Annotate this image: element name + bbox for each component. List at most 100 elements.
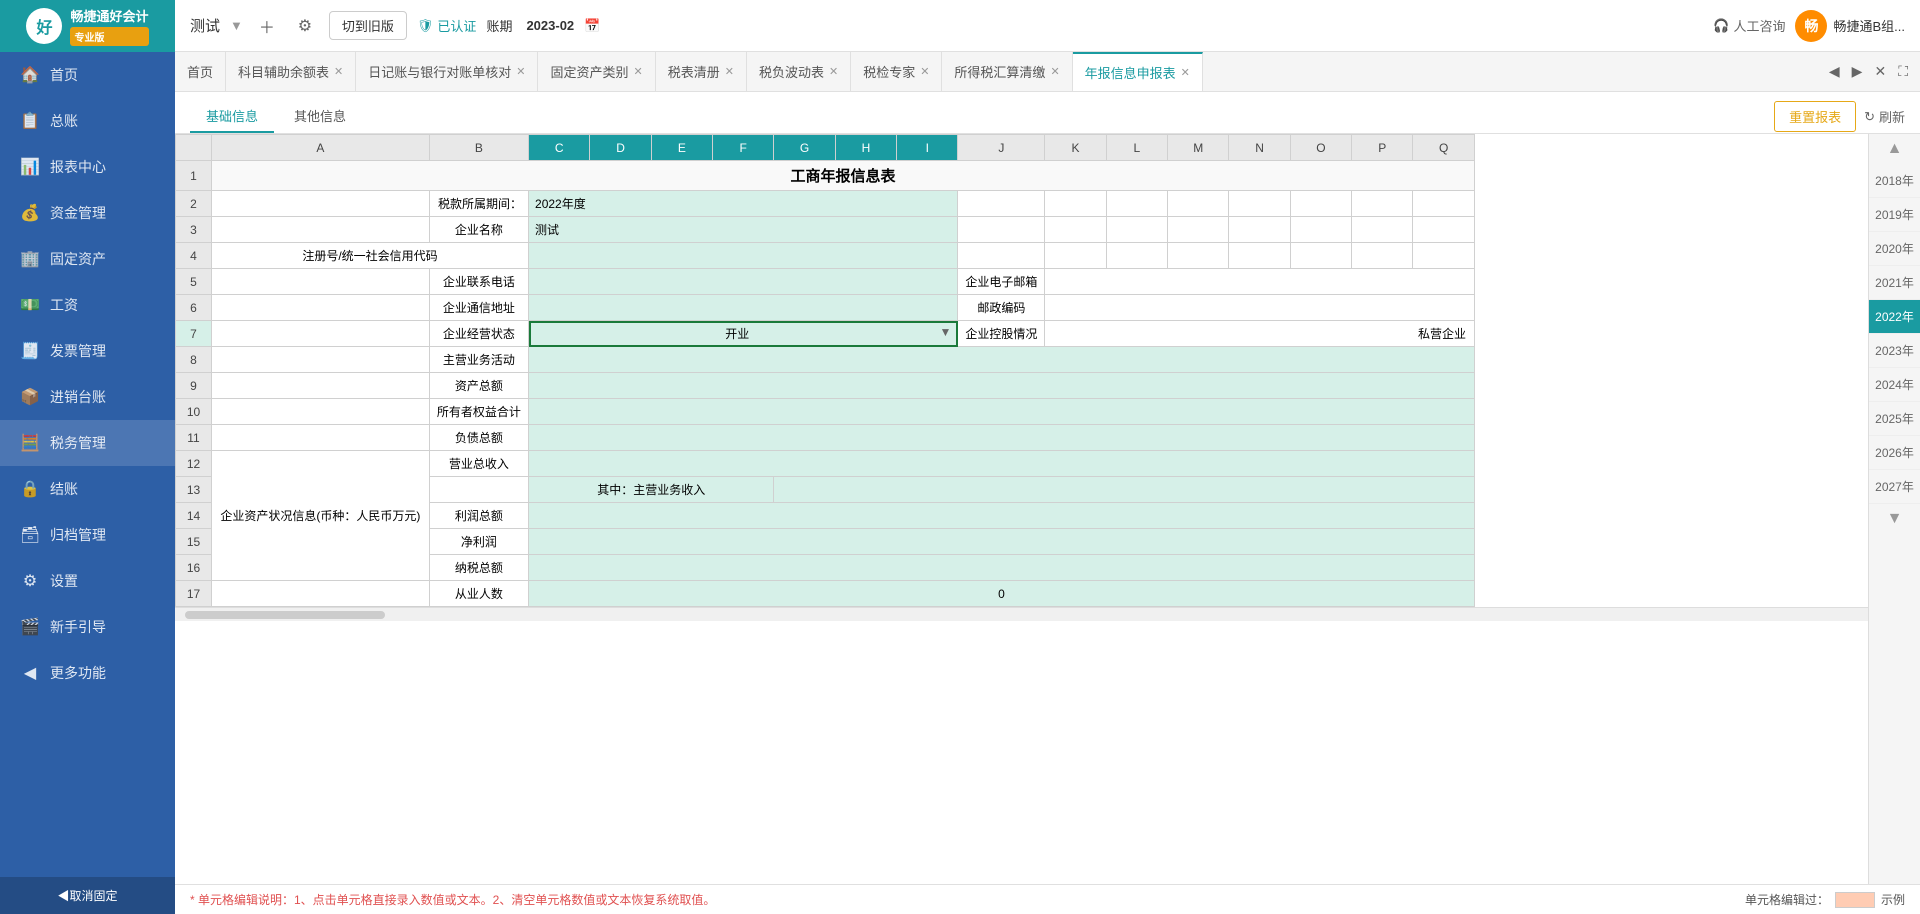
tab-income-tax-close[interactable]: ✕ — [1050, 65, 1059, 78]
cell-2P[interactable] — [1352, 191, 1413, 217]
cell-3O[interactable] — [1290, 217, 1351, 243]
cell-2L[interactable] — [1106, 191, 1167, 217]
year-scroll-up-btn[interactable]: ▲ — [1881, 134, 1909, 164]
tab-aux-close[interactable]: ✕ — [334, 65, 343, 78]
cell-10A[interactable] — [212, 399, 430, 425]
col-header-L[interactable]: L — [1106, 135, 1167, 161]
cell-2K[interactable] — [1045, 191, 1106, 217]
cell-14C[interactable] — [529, 503, 1475, 529]
col-header-K[interactable]: K — [1045, 135, 1106, 161]
tab-journal[interactable]: 日记账与银行对账单核对 ✕ — [356, 52, 538, 92]
topbar-calendar-icon[interactable]: 📅 — [584, 18, 600, 34]
cell-3M[interactable] — [1168, 217, 1229, 243]
cell-4N[interactable] — [1229, 243, 1290, 269]
cell-6A[interactable] — [212, 295, 430, 321]
col-header-I[interactable]: I — [897, 135, 958, 161]
year-btn-2019年[interactable]: 2019年 — [1869, 198, 1920, 232]
cell-5C[interactable] — [529, 269, 958, 295]
cell-9C[interactable] — [529, 373, 1475, 399]
topbar-dropdown-arrow[interactable]: ▼ — [230, 18, 243, 33]
cell-3N[interactable] — [1229, 217, 1290, 243]
col-header-P[interactable]: P — [1352, 135, 1413, 161]
cell-2Q[interactable] — [1413, 191, 1475, 217]
tab-income-tax[interactable]: 所得税汇算清缴 ✕ — [942, 52, 1072, 92]
year-btn-2025年[interactable]: 2025年 — [1869, 402, 1920, 436]
hscroll-bar[interactable] — [175, 607, 1868, 621]
cell-4K[interactable] — [1045, 243, 1106, 269]
sidebar-item-tax[interactable]: 🧮税务管理 — [0, 420, 175, 466]
year-btn-2020年[interactable]: 2020年 — [1869, 232, 1920, 266]
cell-3L[interactable] — [1106, 217, 1167, 243]
tab-home[interactable]: 首页 — [175, 52, 226, 92]
sidebar-item-more[interactable]: ◀更多功能 — [0, 650, 175, 696]
year-btn-2026年[interactable]: 2026年 — [1869, 436, 1920, 470]
cell-7C[interactable]: 开业 ▼ — [529, 321, 958, 347]
year-btn-2018年[interactable]: 2018年 — [1869, 164, 1920, 198]
cell-2J[interactable] — [958, 191, 1045, 217]
cell-7K[interactable]: 私营企业 — [1045, 321, 1475, 347]
cell-4Q[interactable] — [1413, 243, 1475, 269]
sidebar-item-salary[interactable]: 💵工资 — [0, 282, 175, 328]
cell-17A[interactable] — [212, 581, 430, 607]
sidebar-item-archive[interactable]: 🗃归档管理 — [0, 512, 175, 558]
cell-11C[interactable] — [529, 425, 1475, 451]
col-header-J[interactable]: J — [958, 135, 1045, 161]
tab-fixed-cat[interactable]: 固定资产类别 ✕ — [538, 52, 655, 92]
sidebar-item-inventory[interactable]: 📦进销台账 — [0, 374, 175, 420]
reset-btn[interactable]: 重置报表 — [1774, 101, 1856, 132]
cell-11A[interactable] — [212, 425, 430, 451]
cell-2M[interactable] — [1168, 191, 1229, 217]
tab-tax-form[interactable]: 税表清册 ✕ — [656, 52, 747, 92]
tab-prev-btn[interactable]: ◀ — [1825, 59, 1844, 84]
dropdown-arrow-icon[interactable]: ▼ — [940, 325, 952, 339]
cell-13G[interactable] — [774, 477, 1475, 503]
tab-expand-btn[interactable]: ⛶ — [1894, 59, 1912, 84]
cell-10C[interactable] — [529, 399, 1475, 425]
cell-3Q[interactable] — [1413, 217, 1475, 243]
cell-7A[interactable] — [212, 321, 430, 347]
tab-tax-wave[interactable]: 税负波动表 ✕ — [747, 52, 851, 92]
col-header-A[interactable]: A — [212, 135, 430, 161]
col-header-H[interactable]: H — [835, 135, 896, 161]
tab-fixed-cat-close[interactable]: ✕ — [634, 65, 643, 78]
cell-title[interactable]: 工商年报信息表 — [212, 161, 1475, 191]
cell-2O[interactable] — [1290, 191, 1351, 217]
sidebar-pin-btn[interactable]: ◀取消固定 — [0, 877, 175, 914]
col-header-G[interactable]: G — [774, 135, 835, 161]
tab-close-all-btn[interactable]: ✕ — [1870, 59, 1890, 84]
topbar-user[interactable]: 畅 畅捷通B组... — [1795, 10, 1905, 42]
cell-4M[interactable] — [1168, 243, 1229, 269]
sidebar-item-asset[interactable]: 🏢固定资产 — [0, 236, 175, 282]
cell-17C[interactable]: 0 — [529, 581, 1475, 607]
sidebar-item-settings[interactable]: ⚙设置 — [0, 558, 175, 604]
col-header-Q[interactable]: Q — [1413, 135, 1475, 161]
sidebar-item-home[interactable]: 🏠首页 — [0, 52, 175, 98]
col-header-C[interactable]: C — [529, 135, 590, 161]
cell-3K[interactable] — [1045, 217, 1106, 243]
topbar-settings-btn[interactable]: ⚙ — [291, 12, 319, 40]
cell-12C[interactable] — [529, 451, 1475, 477]
cell-3A[interactable] — [212, 217, 430, 243]
cell-6C[interactable] — [529, 295, 958, 321]
tab-annual-report-close[interactable]: ✕ — [1181, 66, 1190, 79]
subtab-other[interactable]: 其他信息 — [278, 100, 362, 133]
cell-2C[interactable]: 2022年度 — [529, 191, 958, 217]
subtab-basic[interactable]: 基础信息 — [190, 100, 274, 133]
topbar-service-btn[interactable]: 🎧 人工咨询 — [1713, 16, 1785, 35]
year-btn-2023年[interactable]: 2023年 — [1869, 334, 1920, 368]
hscroll-thumb[interactable] — [185, 611, 385, 619]
cell-16C[interactable] — [529, 555, 1475, 581]
tab-tax-expert[interactable]: 税检专家 ✕ — [851, 52, 942, 92]
cell-4O[interactable] — [1290, 243, 1351, 269]
sidebar-item-guide[interactable]: 🎬新手引导 — [0, 604, 175, 650]
year-btn-2024年[interactable]: 2024年 — [1869, 368, 1920, 402]
refresh-btn[interactable]: ↻ 刷新 — [1864, 107, 1905, 126]
cell-4J[interactable] — [958, 243, 1045, 269]
cell-4P[interactable] — [1352, 243, 1413, 269]
cell-9A[interactable] — [212, 373, 430, 399]
year-btn-2021年[interactable]: 2021年 — [1869, 266, 1920, 300]
cell-8A[interactable] — [212, 347, 430, 373]
tab-journal-close[interactable]: ✕ — [516, 65, 525, 78]
col-header-N[interactable]: N — [1229, 135, 1290, 161]
sidebar-item-report[interactable]: 📊报表中心 — [0, 144, 175, 190]
